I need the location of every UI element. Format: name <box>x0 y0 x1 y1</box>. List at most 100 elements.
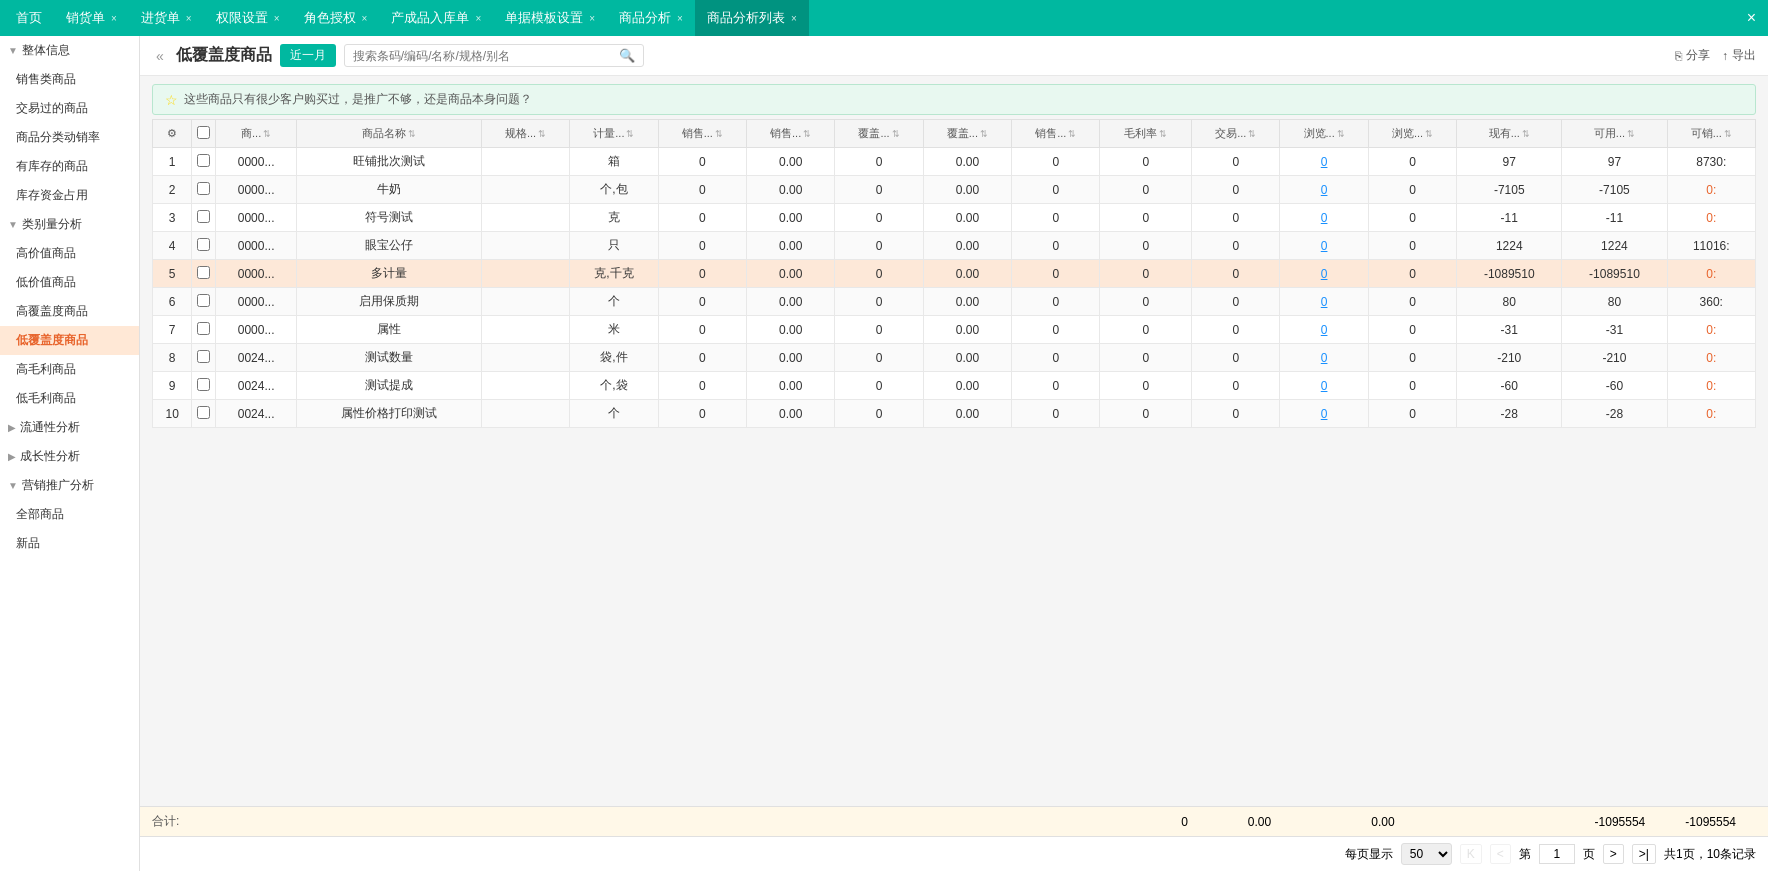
row-browse2: 0 <box>1368 316 1456 344</box>
info-text: 这些商品只有很少客户购买过，是推广不够，还是商品本身问题？ <box>184 91 532 108</box>
sales-amt-col-header[interactable]: 销售...⇅ <box>746 120 834 148</box>
close-tab-analysis-list[interactable]: × <box>791 13 797 24</box>
close-all-tabs[interactable]: × <box>1739 9 1764 27</box>
row-checkbox-cell[interactable] <box>192 344 216 372</box>
tab-sales[interactable]: 销货单 × <box>54 0 129 36</box>
first-page-button[interactable]: K <box>1460 844 1482 864</box>
row-browse1[interactable]: 0 <box>1280 344 1368 372</box>
sidebar-item-low-profit[interactable]: 低毛利商品 <box>0 384 139 413</box>
search-input[interactable] <box>353 49 619 63</box>
row-checkbox[interactable] <box>197 294 210 307</box>
row-checkbox[interactable] <box>197 238 210 251</box>
checkbox-col-header[interactable] <box>192 120 216 148</box>
sidebar-item-capital[interactable]: 库存资金占用 <box>0 181 139 210</box>
page-size-select[interactable]: 50 20 100 <box>1401 843 1452 865</box>
tab-analysis[interactable]: 商品分析 × <box>607 0 695 36</box>
code-col-header[interactable]: 商...⇅ <box>216 120 297 148</box>
sidebar-section-overview[interactable]: ▼ 整体信息 <box>0 36 139 65</box>
tab-templates[interactable]: 单据模板设置 × <box>493 0 607 36</box>
row-checkbox[interactable] <box>197 266 210 279</box>
close-tab-templates[interactable]: × <box>589 13 595 24</box>
row-name: 属性价格打印测试 <box>296 400 481 428</box>
row-checkbox[interactable] <box>197 182 210 195</box>
row-checkbox[interactable] <box>197 322 210 335</box>
row-browse1[interactable]: 0 <box>1280 148 1368 176</box>
prev-page-button[interactable]: < <box>1490 844 1511 864</box>
row-checkbox-cell[interactable] <box>192 204 216 232</box>
row-browse1[interactable]: 0 <box>1280 288 1368 316</box>
browse1-col-header[interactable]: 浏览...⇅ <box>1280 120 1368 148</box>
current-col-header[interactable]: 现有...⇅ <box>1457 120 1562 148</box>
cov1-col-header[interactable]: 覆盖...⇅ <box>835 120 923 148</box>
row-browse1[interactable]: 0 <box>1280 260 1368 288</box>
row-checkbox[interactable] <box>197 154 210 167</box>
gross-rate-col-header[interactable]: 毛利率⇅ <box>1100 120 1192 148</box>
sidebar-item-high-value[interactable]: 高价值商品 <box>0 239 139 268</box>
unit-col-header[interactable]: 计量...⇅ <box>570 120 658 148</box>
share-button[interactable]: ⎘ 分享 <box>1675 47 1710 64</box>
sidebar-item-low-coverage[interactable]: 低覆盖度商品 <box>0 326 139 355</box>
row-browse1[interactable]: 0 <box>1280 204 1368 232</box>
row-checkbox-cell[interactable] <box>192 148 216 176</box>
sales-qty-col-header[interactable]: 销售...⇅ <box>658 120 746 148</box>
sidebar-section-growth[interactable]: ▶ 成长性分析 <box>0 442 139 471</box>
close-tab-roles[interactable]: × <box>362 13 368 24</box>
available-col-header[interactable]: 可用...⇅ <box>1562 120 1667 148</box>
sidebar-item-in-stock[interactable]: 有库存的商品 <box>0 152 139 181</box>
sidebar-item-high-coverage[interactable]: 高覆盖度商品 <box>0 297 139 326</box>
spec-col-header[interactable]: 规格...⇅ <box>481 120 569 148</box>
cov2-col-header[interactable]: 覆盖...⇅ <box>923 120 1011 148</box>
row-checkbox-cell[interactable] <box>192 176 216 204</box>
sidebar-item-high-profit[interactable]: 高毛利商品 <box>0 355 139 384</box>
row-browse1[interactable]: 0 <box>1280 316 1368 344</box>
close-tab-analysis[interactable]: × <box>677 13 683 24</box>
close-tab-permissions[interactable]: × <box>274 13 280 24</box>
name-col-header[interactable]: 商品名称⇅ <box>296 120 481 148</box>
tab-purchase[interactable]: 进货单 × <box>129 0 204 36</box>
row-checkbox-cell[interactable] <box>192 260 216 288</box>
close-tab-purchase[interactable]: × <box>186 13 192 24</box>
tab-permissions[interactable]: 权限设置 × <box>204 0 292 36</box>
settings-col-header[interactable]: ⚙ <box>153 120 192 148</box>
row-checkbox[interactable] <box>197 406 210 419</box>
close-tab-sales[interactable]: × <box>111 13 117 24</box>
sidebar-section-liquidity[interactable]: ▶ 流通性分析 <box>0 413 139 442</box>
row-checkbox-cell[interactable] <box>192 288 216 316</box>
sidebar-item-all-goods[interactable]: 全部商品 <box>0 500 139 529</box>
browse2-col-header[interactable]: 浏览...⇅ <box>1368 120 1456 148</box>
last-page-button[interactable]: >| <box>1632 844 1656 864</box>
row-checkbox-cell[interactable] <box>192 400 216 428</box>
sidebar-section-category[interactable]: ▼ 类别量分析 <box>0 210 139 239</box>
transaction-col-header[interactable]: 交易...⇅ <box>1192 120 1280 148</box>
close-tab-products[interactable]: × <box>475 13 481 24</box>
row-checkbox[interactable] <box>197 378 210 391</box>
row-checkbox[interactable] <box>197 210 210 223</box>
row-spec <box>481 344 569 372</box>
next-page-button[interactable]: > <box>1603 844 1624 864</box>
tab-products[interactable]: 产成品入库单 × <box>379 0 493 36</box>
export-button[interactable]: ↑ 导出 <box>1722 47 1756 64</box>
tab-roles[interactable]: 角色授权 × <box>292 0 380 36</box>
row-browse1[interactable]: 0 <box>1280 372 1368 400</box>
row-checkbox[interactable] <box>197 350 210 363</box>
sidebar-item-low-value[interactable]: 低价值商品 <box>0 268 139 297</box>
tab-analysis-list[interactable]: 商品分析列表 × <box>695 0 809 36</box>
page-number-input[interactable] <box>1539 844 1575 864</box>
select-all-checkbox[interactable] <box>197 126 210 139</box>
row-browse1[interactable]: 0 <box>1280 400 1368 428</box>
collapse-sidebar-button[interactable]: « <box>152 46 168 66</box>
sidebar-item-sales-goods[interactable]: 销售类商品 <box>0 65 139 94</box>
filter-recent-month-button[interactable]: 近一月 <box>280 44 336 67</box>
row-browse1[interactable]: 0 <box>1280 176 1368 204</box>
row-browse1[interactable]: 0 <box>1280 232 1368 260</box>
sidebar-item-sales-rate[interactable]: 商品分类动销率 <box>0 123 139 152</box>
sidebar-item-new-goods[interactable]: 新品 <box>0 529 139 558</box>
sellable-col-header[interactable]: 可销...⇅ <box>1667 120 1755 148</box>
row-checkbox-cell[interactable] <box>192 316 216 344</box>
row-checkbox-cell[interactable] <box>192 232 216 260</box>
sidebar-item-traded-goods[interactable]: 交易过的商品 <box>0 94 139 123</box>
tab-home[interactable]: 首页 <box>4 0 54 36</box>
sidebar-section-marketing[interactable]: ▼ 营销推广分析 <box>0 471 139 500</box>
sales2-col-header[interactable]: 销售...⇅ <box>1012 120 1100 148</box>
row-checkbox-cell[interactable] <box>192 372 216 400</box>
